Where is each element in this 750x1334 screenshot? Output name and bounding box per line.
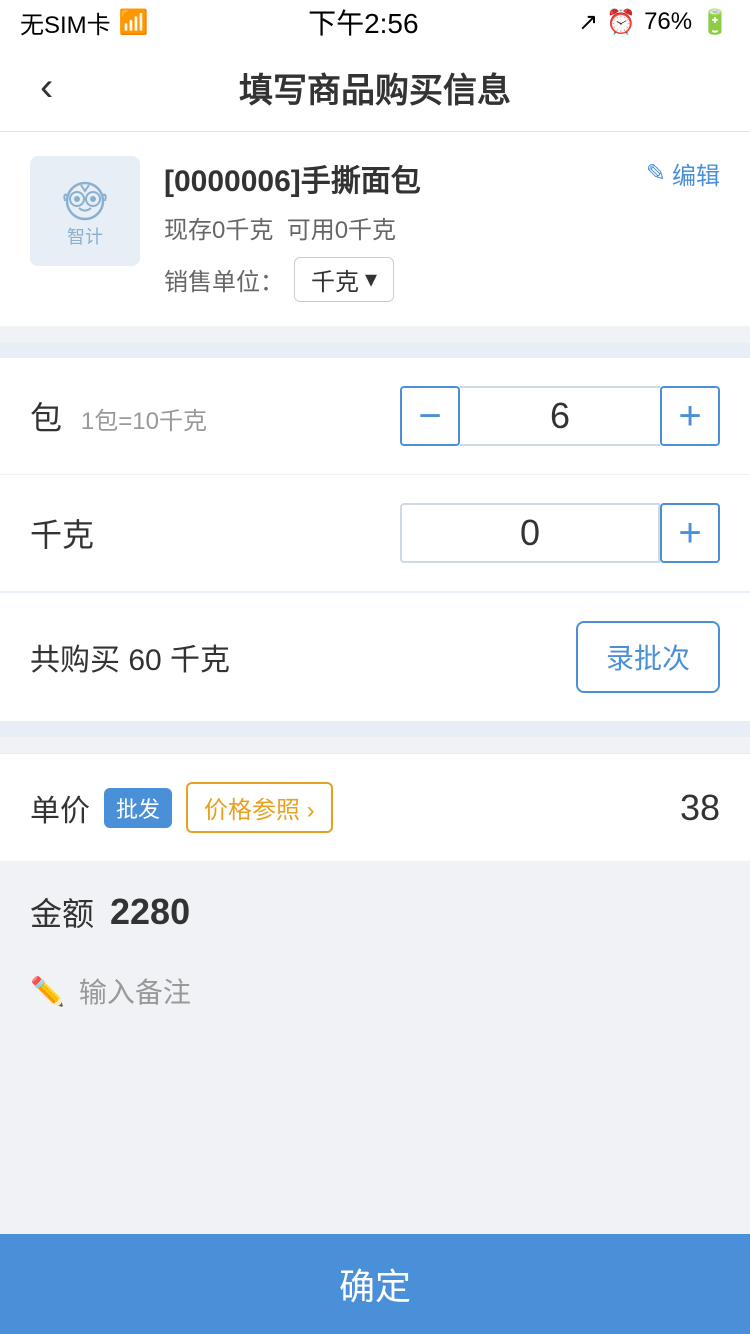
amount-row: 金额 2280 [30, 889, 720, 935]
location-icon: ↗ [578, 8, 598, 37]
amount-section: 金额 2280 ✏️ 输入备注 [0, 861, 750, 1027]
wholesale-badge: 批发 [104, 788, 172, 828]
status-left: 无SIM卡 📶 [20, 5, 149, 40]
package-quantity-input[interactable] [460, 386, 660, 446]
logo-text: 智计 [67, 223, 103, 249]
kg-increment-button[interactable]: + [660, 503, 720, 563]
owl-logo [55, 173, 115, 223]
package-label: 包 1包=10千克 [30, 393, 400, 439]
batch-button[interactable]: 录批次 [576, 621, 720, 693]
product-unit: 销售单位： 千克 ▾ [164, 257, 622, 302]
edit-button[interactable]: ✎ 编辑 [646, 156, 720, 191]
confirm-text: 确定 [339, 1258, 411, 1310]
package-decrement-button[interactable]: − [400, 386, 460, 446]
empty-space [0, 1027, 750, 1234]
kg-quantity-control: + [400, 503, 720, 563]
battery-text: 76% [644, 8, 692, 36]
kg-input-row: 千克 + [0, 475, 750, 592]
package-input-row: 包 1包=10千克 − + [0, 358, 750, 475]
back-button[interactable]: ‹ [30, 55, 63, 120]
status-right: ↗ ⏰ 76% 🔋 [578, 8, 730, 37]
edit-icon: ✎ [646, 159, 666, 188]
alarm-icon: ⏰ [606, 8, 636, 37]
unit-select[interactable]: 千克 ▾ [294, 257, 394, 302]
price-label: 单价 批发 价格参照 › [30, 782, 333, 833]
section-divider-1 [0, 342, 750, 358]
status-time: 下午2:56 [308, 2, 419, 42]
amount-value: 2280 [110, 891, 190, 933]
wifi-icon: 📶 [119, 8, 149, 37]
package-quantity-control: − + [400, 386, 720, 446]
summary-text: 共购买 60 千克 [30, 635, 230, 679]
product-info: [0000006]手撕面包 现存0千克 可用0千克 销售单位： 千克 ▾ [164, 156, 622, 302]
page-title: 填写商品购买信息 [239, 63, 511, 112]
summary-row: 共购买 60 千克 录批次 [0, 592, 750, 721]
nav-bar: ‹ 填写商品购买信息 [0, 44, 750, 132]
pencil-icon: ✏️ [30, 975, 65, 1008]
product-card: 智计 [0000006]手撕面包 现存0千克 可用0千克 销售单位： 千克 ▾ … [0, 132, 750, 326]
battery-icon: 🔋 [700, 8, 730, 37]
remark-placeholder: 输入备注 [79, 971, 191, 1011]
kg-quantity-input[interactable] [400, 503, 660, 563]
amount-label: 金额 [30, 889, 94, 935]
confirm-bar[interactable]: 确定 [0, 1234, 750, 1334]
content: 智计 [0000006]手撕面包 现存0千克 可用0千克 销售单位： 千克 ▾ … [0, 132, 750, 1334]
remark-row[interactable]: ✏️ 输入备注 [30, 955, 720, 1027]
price-reference-button[interactable]: 价格参照 › [186, 782, 333, 833]
carrier-text: 无SIM卡 [20, 5, 111, 40]
price-value: 38 [680, 787, 720, 829]
dropdown-arrow-icon: ▾ [365, 265, 377, 294]
product-image: 智计 [30, 156, 140, 266]
kg-label: 千克 [30, 510, 400, 556]
section-divider-2 [0, 721, 750, 737]
product-stock: 现存0千克 可用0千克 [164, 210, 622, 245]
price-section: 单价 批发 价格参照 › 38 [0, 753, 750, 861]
product-name: [0000006]手撕面包 [164, 156, 622, 200]
package-increment-button[interactable]: + [660, 386, 720, 446]
price-row: 单价 批发 价格参照 › 38 [30, 782, 720, 833]
input-section: 包 1包=10千克 − + 千克 + [0, 358, 750, 592]
package-sublabel: 1包=10千克 [81, 408, 207, 435]
status-bar: 无SIM卡 📶 下午2:56 ↗ ⏰ 76% 🔋 [0, 0, 750, 44]
